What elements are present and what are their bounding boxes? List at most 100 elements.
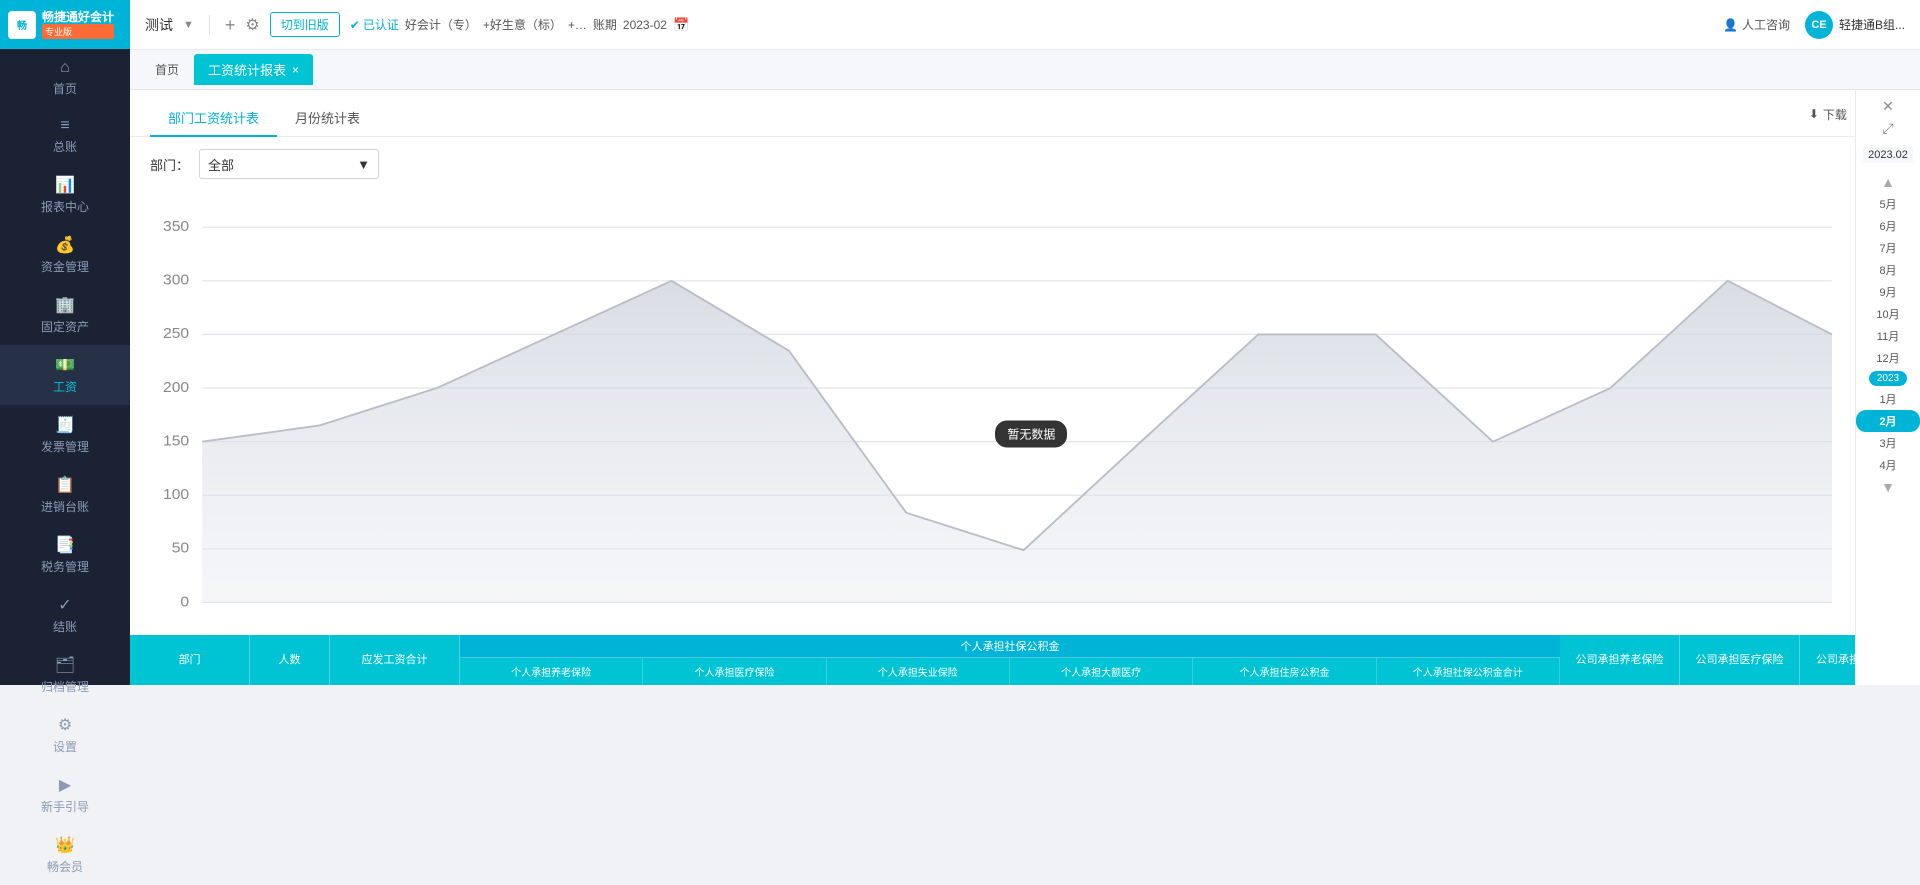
svg-text:200: 200 (163, 379, 189, 396)
service-button[interactable]: 👤 人工咨询 (1723, 16, 1790, 33)
tab-home[interactable]: 首页 (145, 55, 189, 84)
sub-tab-department[interactable]: 部门工资统计表 (150, 100, 277, 137)
calendar-icon[interactable]: 📅 (673, 17, 689, 33)
sidebar-item-label: 归档管理 (41, 678, 89, 695)
download-button[interactable]: ⬇ 下载 (1809, 106, 1847, 123)
chart-wrapper: 0 50 100 150 200 250 300 350 (130, 191, 1920, 635)
sidebar-item-label: 畅会员 (47, 858, 83, 875)
th-count: 人数 (250, 635, 330, 685)
archive-icon: 🗂 (55, 655, 75, 675)
table-header: 部门 人数 应发工资合计 个人承担社保公积金 个人承担养老保险 个人承担医疗保险… (130, 635, 1920, 685)
sidebar-item-label: 固定资产 (41, 318, 89, 335)
sidebar-item-archive[interactable]: 🗂 归档管理 (0, 645, 130, 705)
tab-salary-report[interactable]: 工资统计报表 × (194, 54, 313, 85)
th-personal-major-medical: 个人承担大额医疗 (1010, 658, 1193, 685)
svg-text:350: 350 (163, 218, 189, 235)
period-label: 账期 (593, 16, 617, 33)
ledger-icon: ≡ (60, 117, 69, 135)
sidebar-item-invoice[interactable]: 🧾 发票管理 (0, 405, 130, 465)
panel-month-10[interactable]: 10月 (1856, 303, 1920, 325)
panel-month-9[interactable]: 9月 (1856, 281, 1920, 303)
panel-expand-icon[interactable]: ⤢ (1882, 120, 1893, 137)
th-personal-total: 个人承担社保公积金合计 (1377, 658, 1560, 685)
header-settings-icon[interactable]: ⚙ (245, 15, 259, 35)
select-chevron-icon: ▼ (357, 157, 370, 172)
th-group-personal-social: 个人承担社保公积金 个人承担养老保险 个人承担医疗保险 个人承担失业保险 个人承… (460, 635, 1560, 685)
company-dropdown-icon[interactable]: ▼ (183, 19, 194, 31)
panel-month-6[interactable]: 6月 (1856, 215, 1920, 237)
main-area: 测试 ▼ + ⚙ 切到旧版 ✔ 已认证 好会计（专） +好生意（标） +… 账期… (130, 0, 1920, 685)
svg-text:150: 150 (163, 433, 189, 450)
sidebar-item-label: 结账 (53, 618, 77, 635)
company-name: 测试 (145, 15, 173, 35)
panel-month-8[interactable]: 8月 (1856, 259, 1920, 281)
add-button[interactable]: + (225, 16, 236, 34)
sidebar-item-home[interactable]: ⌂ 首页 (0, 49, 130, 107)
th-company-medical: 公司承担医疗保险 (1680, 635, 1800, 685)
panel-month-5[interactable]: 5月 (1856, 193, 1920, 215)
sidebar-item-label: 设置 (53, 738, 77, 755)
user-name: 轻捷通B组... (1839, 16, 1905, 33)
sidebar-item-member[interactable]: 👑 畅会员 (0, 825, 130, 885)
tab-close-icon[interactable]: × (292, 63, 299, 77)
sidebar-item-label: 首页 (53, 80, 77, 97)
sidebar-item-guide[interactable]: ▶ 新手引导 (0, 765, 130, 825)
panel-current-date: 2023.02 (1863, 147, 1913, 163)
panel-month-1[interactable]: 1月 (1856, 388, 1920, 410)
sidebar-item-tax[interactable]: 📑 税务管理 (0, 525, 130, 585)
reports-icon: 📊 (55, 175, 75, 195)
sidebar-item-ledger[interactable]: ≡ 总账 (0, 107, 130, 165)
download-icon: ⬇ (1809, 107, 1819, 121)
sidebar-item-sales[interactable]: 📋 进销台账 (0, 465, 130, 525)
sidebar-item-label: 资金管理 (41, 258, 89, 275)
cert-label: 已认证 (363, 16, 399, 33)
avatar: CE (1805, 11, 1833, 39)
cert-icon: ✔ 已认证 (350, 16, 399, 33)
th-group-header: 个人承担社保公积金 (460, 635, 1560, 658)
th-personal-housing: 个人承担住房公积金 (1193, 658, 1376, 685)
tax-icon: 📑 (55, 535, 75, 555)
home-icon: ⌂ (60, 59, 70, 77)
sidebar-item-funds[interactable]: 💰 资金管理 (0, 225, 130, 285)
th-total-salary: 应发工资合计 (330, 635, 460, 685)
checkout-icon: ✓ (58, 595, 71, 615)
th-company-pension: 公司承担养老保险 (1560, 635, 1680, 685)
logo-icon: 畅 (8, 11, 36, 39)
sidebar-item-reports[interactable]: 📊 报表中心 (0, 165, 130, 225)
panel-month-3[interactable]: 3月 (1856, 432, 1920, 454)
panel-year-badge: 2023 (1869, 371, 1907, 386)
sidebar-item-label: 总账 (53, 138, 77, 155)
sidebar-item-label: 进销台账 (41, 498, 89, 515)
sub-tabs: 部门工资统计表 月份统计表 ⬇ 下载 ↻ 刷新 (130, 90, 1920, 137)
th-department: 部门 (130, 635, 250, 685)
department-select[interactable]: 全部 ▼ (199, 149, 379, 179)
sidebar-item-checkout[interactable]: ✓ 结账 (0, 585, 130, 645)
sidebar-item-assets[interactable]: 🏢 固定资产 (0, 285, 130, 345)
salary-icon: 💵 (55, 355, 75, 375)
th-personal-pension: 个人承担养老保险 (460, 658, 643, 685)
panel-month-7[interactable]: 7月 (1856, 237, 1920, 259)
panel-month-2-active[interactable]: 2月 (1856, 410, 1920, 432)
panel-down-icon[interactable]: ▼ (1881, 479, 1895, 495)
sub-tab-monthly[interactable]: 月份统计表 (277, 100, 378, 137)
sidebar-item-settings[interactable]: ⚙ 设置 (0, 705, 130, 765)
panel-month-12[interactable]: 12月 (1856, 347, 1920, 369)
header-badges: ✔ 已认证 好会计（专） +好生意（标） +… 账期 2023-02 📅 (350, 16, 1713, 33)
sidebar-item-salary[interactable]: 💵 工资 (0, 345, 130, 405)
th-personal-unemployment: 个人承担失业保险 (827, 658, 1010, 685)
sales-icon: 📋 (55, 475, 75, 495)
badge-business: +好生意（标） (483, 16, 562, 33)
area-chart: 0 50 100 150 200 250 300 350 (150, 201, 1845, 625)
chart-container: 0 50 100 150 200 250 300 350 (150, 201, 1845, 625)
header-right: 👤 人工咨询 CE 轻捷通B组... (1723, 11, 1905, 39)
assets-icon: 🏢 (55, 295, 75, 315)
panel-month-11[interactable]: 11月 (1856, 325, 1920, 347)
panel-close-icon[interactable]: ✕ (1882, 98, 1894, 115)
panel-month-4[interactable]: 4月 (1856, 454, 1920, 476)
svg-text:300: 300 (163, 272, 189, 289)
switch-version-button[interactable]: 切到旧版 (270, 12, 340, 37)
user-menu[interactable]: CE 轻捷通B组... (1805, 11, 1905, 39)
panel-up-icon[interactable]: ▲ (1881, 174, 1895, 190)
member-icon: 👑 (55, 835, 75, 855)
app-logo: 畅 畅捷通好会计 专业版 (0, 0, 130, 49)
